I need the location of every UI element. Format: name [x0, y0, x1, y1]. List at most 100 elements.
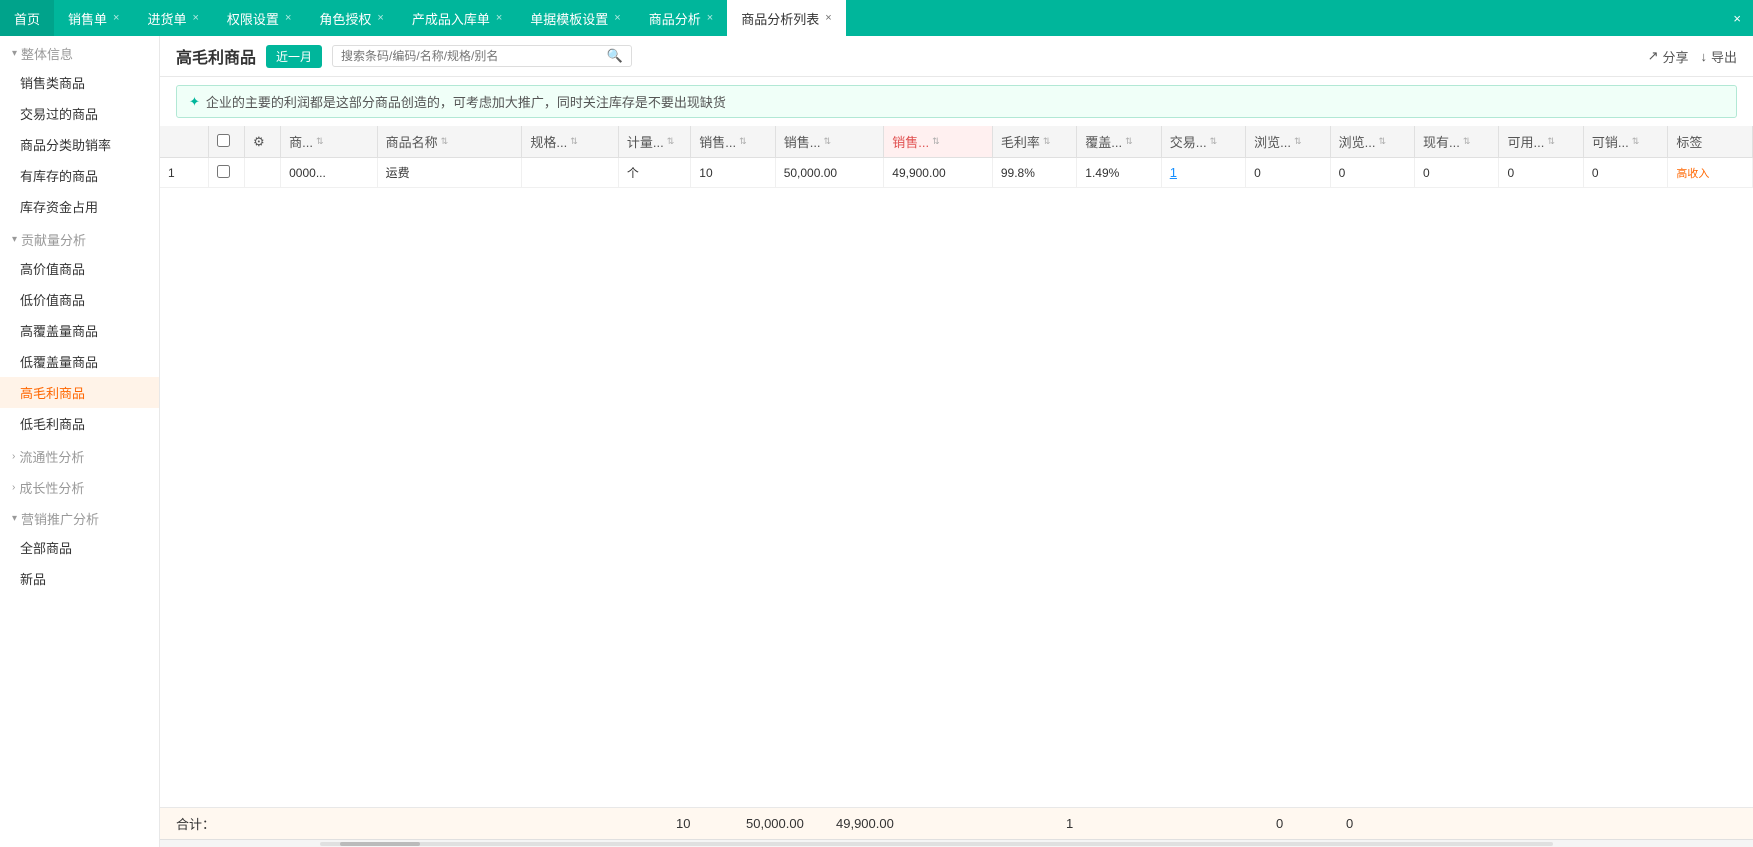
col-transaction[interactable]: 交易... ⇅ — [1161, 126, 1245, 158]
cell-browse2: 0 — [1330, 158, 1414, 188]
sort-icon-sales-amount: ⇅ — [824, 136, 832, 147]
sidebar-item-traded-goods[interactable]: 交易过的商品 — [0, 98, 159, 129]
filter-month-btn[interactable]: 近一月 — [266, 45, 322, 68]
cell-browse1: 0 — [1246, 158, 1330, 188]
sidebar-group-marketing[interactable]: ▾ 营销推广分析 — [0, 501, 159, 532]
header-actions: ↗ 分享 ↓ 导出 — [1648, 47, 1737, 66]
sidebar-item-stock-capital[interactable]: 库存资金占用 — [0, 191, 159, 222]
search-icon[interactable]: 🔍 — [607, 48, 623, 64]
nav-purchase[interactable]: 进货单 × — [133, 0, 212, 36]
sidebar-item-low-margin[interactable]: 低毛利商品 — [0, 408, 159, 439]
col-tag[interactable]: 标签 — [1668, 126, 1753, 158]
close-permission-tab[interactable]: × — [285, 12, 291, 24]
search-input[interactable] — [341, 49, 603, 63]
cell-sales-count: 10 — [691, 158, 775, 188]
sidebar-item-all-goods[interactable]: 全部商品 — [0, 532, 159, 563]
sidebar-item-in-stock[interactable]: 有库存的商品 — [0, 160, 159, 191]
sidebar-item-low-value[interactable]: 低价值商品 — [0, 284, 159, 315]
col-settings[interactable]: ⚙ — [244, 126, 280, 158]
sidebar-item-high-value[interactable]: 高价值商品 — [0, 253, 159, 284]
footer-bar: 合计： 10 50,000.00 49,900.00 1 — [160, 807, 1753, 839]
sort-icon-coverage: ⇅ — [1125, 136, 1133, 147]
footer-label: 合计： — [176, 814, 236, 833]
col-code[interactable]: 商... ⇅ — [281, 126, 378, 158]
close-purchase-tab[interactable]: × — [192, 12, 198, 24]
sidebar-group-liquidity[interactable]: › 流通性分析 — [0, 439, 159, 470]
sidebar-group-growth[interactable]: › 成长性分析 — [0, 470, 159, 501]
sort-icon-sales-count: ⇅ — [739, 136, 747, 147]
footer-spacer10 — [1136, 816, 1206, 831]
cell-stock-current: 0 — [1415, 158, 1499, 188]
footer-sales-profit: 49,900.00 — [836, 816, 926, 831]
sidebar-group-contribution[interactable]: ▾ 贡献量分析 — [0, 222, 159, 253]
sidebar-item-low-coverage[interactable]: 低覆盖量商品 — [0, 346, 159, 377]
bottom-scrollbar — [160, 839, 1753, 847]
transaction-link[interactable]: 1 — [1170, 165, 1177, 180]
scrollbar-track[interactable] — [320, 842, 1553, 846]
close-product-stock-tab[interactable]: × — [496, 12, 502, 24]
sort-icon-transaction: ⇅ — [1210, 136, 1218, 147]
footer-cells: 10 50,000.00 49,900.00 1 0 0 — [236, 816, 1737, 831]
footer-spacer9 — [996, 816, 1066, 831]
sidebar-item-category-rate[interactable]: 商品分类助销率 — [0, 129, 159, 160]
nav-template[interactable]: 单据模板设置 × — [516, 0, 634, 36]
col-sales-profit[interactable]: 销售... ⇅ — [884, 126, 993, 158]
nav-sales[interactable]: 销售单 × — [54, 0, 133, 36]
sidebar-item-new-goods[interactable]: 新品 — [0, 563, 159, 594]
col-sales-amount[interactable]: 销售... ⇅ — [775, 126, 884, 158]
nav-analysis[interactable]: 商品分析 × — [635, 0, 727, 36]
cell-checkbox[interactable] — [208, 158, 244, 188]
col-checkbox[interactable] — [208, 126, 244, 158]
scrollbar-thumb[interactable] — [340, 842, 420, 846]
nav-analysis-list[interactable]: 商品分析列表 × — [727, 0, 845, 36]
top-nav: 首页 销售单 × 进货单 × 权限设置 × 角色授权 × 产成品入库单 × 单据… — [0, 0, 1753, 36]
close-analysis-list-tab[interactable]: × — [825, 12, 831, 24]
col-name[interactable]: 商品名称 ⇅ — [377, 126, 522, 158]
export-btn[interactable]: ↓ 导出 — [1700, 47, 1737, 66]
nav-permission[interactable]: 权限设置 × — [213, 0, 305, 36]
nav-home[interactable]: 首页 — [0, 0, 54, 36]
row-checkbox[interactable] — [217, 165, 230, 178]
footer-spacer3 — [306, 816, 336, 831]
col-stock-saleable[interactable]: 可销... ⇅ — [1583, 126, 1667, 158]
col-gross-margin[interactable]: 毛利率 ⇅ — [992, 126, 1076, 158]
col-stock-available[interactable]: 可用... ⇅ — [1499, 126, 1583, 158]
nav-role[interactable]: 角色授权 × — [305, 0, 397, 36]
page-title: 高毛利商品 — [176, 44, 256, 68]
cell-tag: 高收入 — [1668, 158, 1753, 188]
close-analysis-tab[interactable]: × — [707, 12, 713, 24]
sidebar-item-high-margin[interactable]: 高毛利商品 — [0, 377, 159, 408]
sort-icon-code: ⇅ — [316, 136, 324, 147]
cell-index: 1 — [160, 158, 208, 188]
close-sales-tab[interactable]: × — [113, 12, 119, 24]
col-browse1[interactable]: 浏览... ⇅ — [1246, 126, 1330, 158]
cell-code: 0000... — [281, 158, 378, 188]
content-area: 高毛利商品 近一月 🔍 ↗ 分享 ↓ 导出 — [160, 36, 1753, 847]
window-close-button[interactable]: × — [1721, 0, 1753, 36]
sidebar-group-overview[interactable]: ▾ 整体信息 — [0, 36, 159, 67]
info-banner: ✦ 企业的主要的利润都是这部分商品创造的，可考虑加大推广，同时关注库存是不要出现… — [176, 85, 1737, 118]
select-all-checkbox[interactable] — [217, 134, 230, 147]
sidebar-item-sales-goods[interactable]: 销售类商品 — [0, 67, 159, 98]
col-coverage[interactable]: 覆盖... ⇅ — [1077, 126, 1161, 158]
sort-icon-spec: ⇅ — [570, 136, 578, 147]
footer-spacer7 — [616, 816, 676, 831]
nav-product-stock[interactable]: 产成品入库单 × — [398, 0, 516, 36]
footer-sales-count: 10 — [676, 816, 746, 831]
sidebar-collapse-btn[interactable]: « — [159, 46, 160, 70]
footer-transaction: 1 — [1066, 816, 1136, 831]
content-header: 高毛利商品 近一月 🔍 ↗ 分享 ↓ 导出 — [160, 36, 1753, 77]
sidebar-item-high-coverage[interactable]: 高覆盖量商品 — [0, 315, 159, 346]
cell-transaction: 1 — [1161, 158, 1245, 188]
close-role-tab[interactable]: × — [377, 12, 383, 24]
close-template-tab[interactable]: × — [614, 12, 620, 24]
col-stock-current[interactable]: 现有... ⇅ — [1415, 126, 1499, 158]
sort-icon-stock-available: ⇅ — [1547, 136, 1555, 147]
footer-spacer1 — [236, 816, 276, 831]
col-browse2[interactable]: 浏览... ⇅ — [1330, 126, 1414, 158]
cell-sales-amount: 50,000.00 — [775, 158, 884, 188]
col-unit[interactable]: 计量... ⇅ — [618, 126, 690, 158]
col-sales-count[interactable]: 销售... ⇅ — [691, 126, 775, 158]
col-spec[interactable]: 规格... ⇅ — [522, 126, 619, 158]
share-btn[interactable]: ↗ 分享 — [1648, 47, 1689, 66]
